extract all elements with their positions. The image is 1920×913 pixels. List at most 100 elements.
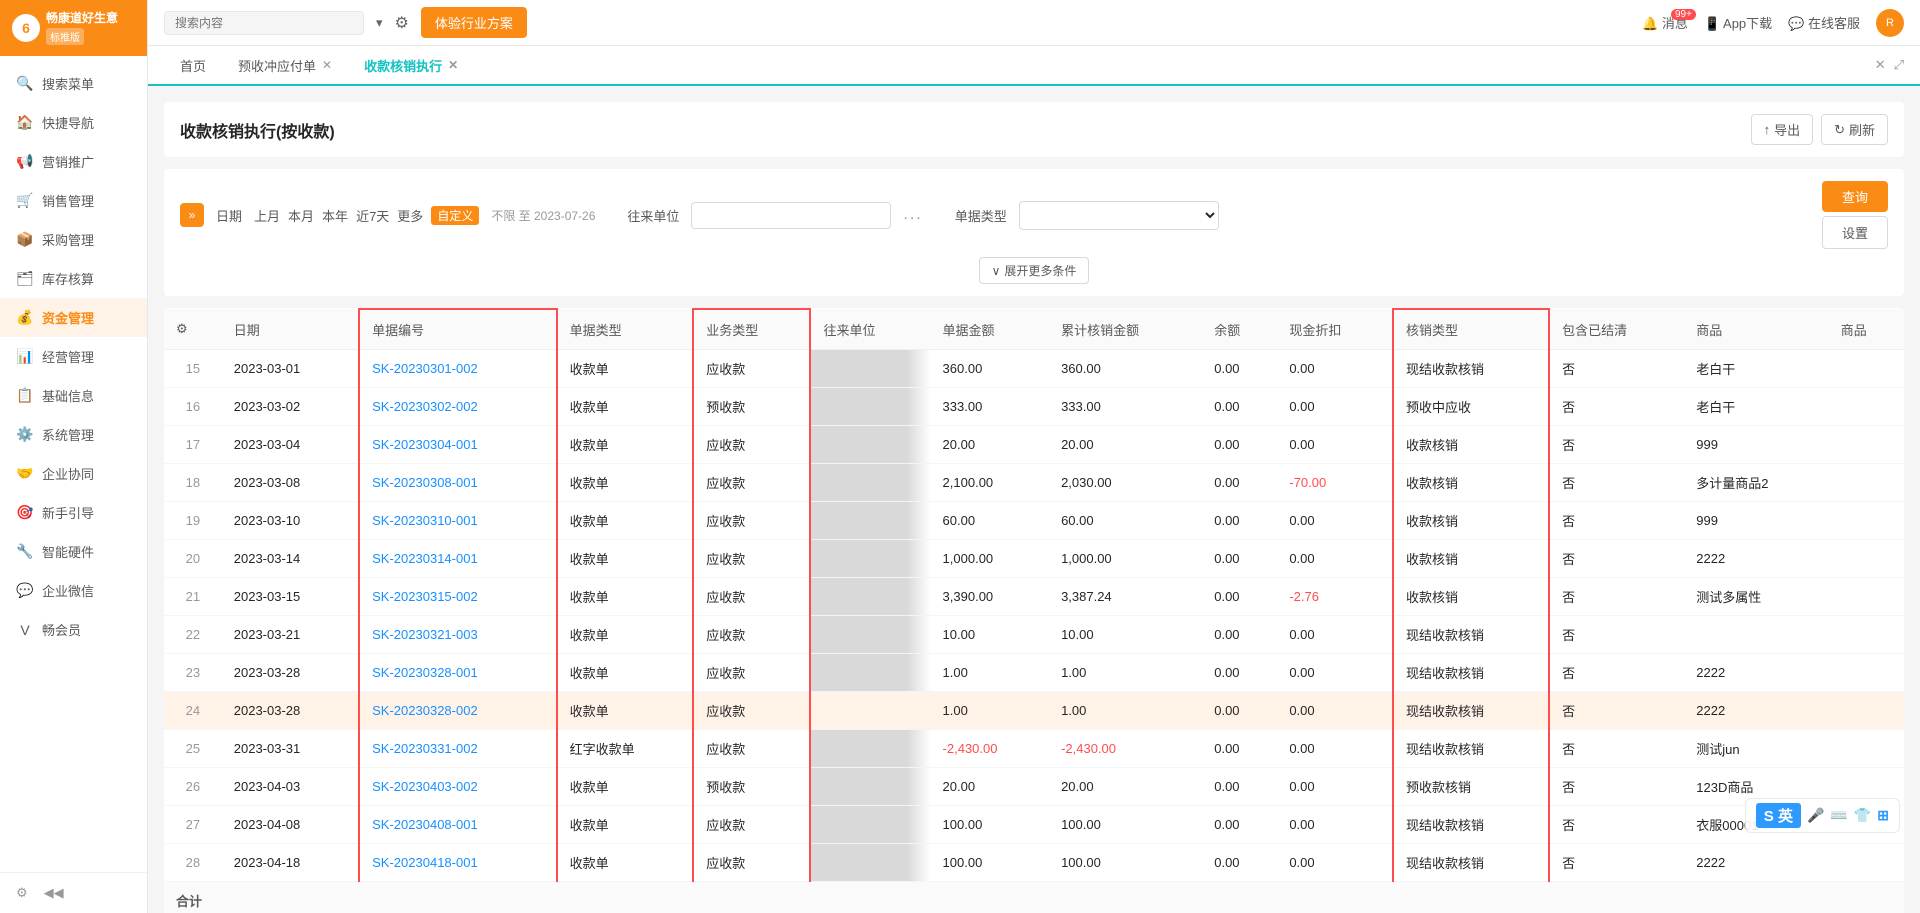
col-header-cancel-type[interactable]: 核销类型 (1393, 309, 1549, 350)
sidebar-item-sales[interactable]: 🛒销售管理 (0, 181, 147, 220)
industry-solution-button[interactable]: 体验行业方案 (421, 7, 527, 38)
bill-no-link[interactable]: SK-20230302-002 (372, 399, 478, 414)
collapse-icon[interactable]: ◀◀ (44, 885, 64, 901)
sidebar-item-wechat[interactable]: 💬企业微信 (0, 571, 147, 610)
bill-no-link[interactable]: SK-20230403-002 (372, 779, 478, 794)
sidebar-item-system[interactable]: ⚙️系统管理 (0, 415, 147, 454)
bill-type-filter-select[interactable] (1019, 201, 1219, 230)
partner-filter-input[interactable] (691, 202, 891, 229)
sidebar-item-marketing[interactable]: 📢营销推广 (0, 142, 147, 181)
tab-home[interactable]: 首页 (164, 46, 222, 86)
date-this-month[interactable]: 本月 (288, 206, 314, 225)
sidebar-item-label-hardware: 智能硬件 (42, 542, 94, 561)
online-service-link[interactable]: 💬 在线客服 (1788, 13, 1860, 32)
sidebar-item-basic[interactable]: 📋基础信息 (0, 376, 147, 415)
total-goods (1684, 882, 1829, 913)
cell-biz-type: 应收款 (693, 806, 810, 844)
tab-prepay[interactable]: 预收冲应付单 ✕ (222, 46, 348, 86)
bill-no-link[interactable]: SK-20230314-001 (372, 551, 478, 566)
date-last-month[interactable]: 上月 (254, 206, 280, 225)
sidebar-item-purchase[interactable]: 📦采购管理 (0, 220, 147, 259)
sidebar-item-inventory[interactable]: 🗂库存核算 (0, 259, 147, 298)
bill-no-link[interactable]: SK-20230315-002 (372, 589, 478, 604)
bill-no-link[interactable]: SK-20230321-003 (372, 627, 478, 642)
col-header-acc-amount[interactable]: 累计核销金额 (1049, 309, 1202, 350)
settings-icon[interactable]: ⚙ (16, 885, 28, 901)
cell-partner (810, 502, 930, 540)
export-button[interactable]: ↑ 导出 (1751, 114, 1814, 145)
date-this-year[interactable]: 本年 (322, 206, 348, 225)
bill-no-link[interactable]: SK-20230308-001 (372, 475, 478, 490)
tab-fullscreen-icon[interactable]: ⤢ (1894, 57, 1904, 73)
col-header-bill-no[interactable]: 单据编号 (359, 309, 557, 350)
bill-no-link[interactable]: SK-20230304-001 (372, 437, 478, 452)
col-header-bill-type[interactable]: 单据类型 (557, 309, 694, 350)
date-more[interactable]: 更多 (397, 206, 423, 225)
cell-acc-amount: 1.00 (1049, 692, 1202, 730)
tabbar-actions: ✕ ⤢ (1875, 57, 1904, 73)
col-header-date[interactable]: 日期 (222, 309, 359, 350)
tab-cancel-close[interactable]: ✕ (448, 58, 458, 72)
date-custom-btn[interactable]: 自定义 (431, 206, 479, 225)
bill-type-filter-label: 单据类型 (955, 206, 1007, 225)
sidebar-item-search[interactable]: 🔍搜索菜单 (0, 64, 147, 103)
cell-partner (810, 540, 930, 578)
tab-close-all-icon[interactable]: ✕ (1875, 57, 1886, 73)
sidebar-item-quicknav[interactable]: 🏠快捷导航 (0, 103, 147, 142)
sidebar-item-member[interactable]: V畅会员 (0, 610, 147, 649)
cell-goods: 老白干 (1684, 350, 1829, 388)
bill-no-link[interactable]: SK-20230310-001 (372, 513, 478, 528)
total-partner (810, 882, 930, 913)
search-input[interactable] (164, 11, 364, 35)
expand-more-btn[interactable]: ∨ 展开更多条件 (979, 257, 1090, 284)
bill-no-link[interactable]: SK-20230328-001 (372, 665, 478, 680)
cell-bill-no: SK-20230408-001 (359, 806, 557, 844)
app-download-link[interactable]: 📱 App下载 (1704, 13, 1772, 32)
refresh-button[interactable]: ↻ 刷新 (1821, 114, 1888, 145)
cell-goods2 (1829, 578, 1904, 616)
cell-goods2 (1829, 388, 1904, 426)
cell-goods: 2222 (1684, 692, 1829, 730)
sidebar-item-finance[interactable]: 💰资金管理 (0, 298, 147, 337)
table-scroll-area[interactable]: ⚙ 日期 单据编号 单据类型 业务类型 往来单位 单据金额 累计核销金额 余额 … (164, 308, 1904, 913)
col-header-balance[interactable]: 余额 (1202, 309, 1277, 350)
sidebar-item-label-operation: 经营管理 (42, 347, 94, 366)
tab-cancel[interactable]: 收款核销执行 ✕ (348, 46, 474, 86)
col-header-discount[interactable]: 现金折扣 (1277, 309, 1393, 350)
col-header-include-settled[interactable]: 包含已结清 (1549, 309, 1684, 350)
sidebar-item-operation[interactable]: 📊经营管理 (0, 337, 147, 376)
col-header-partner[interactable]: 往来单位 (810, 309, 930, 350)
col-header-settings[interactable]: ⚙ (164, 309, 222, 350)
col-header-amount[interactable]: 单据金额 (931, 309, 1050, 350)
date-7days[interactable]: 近7天 (356, 206, 389, 225)
dropdown-arrow[interactable]: ▾ (376, 15, 383, 31)
cell-cancel-type: 现结收款核销 (1393, 350, 1549, 388)
cell-biz-type: 预收款 (693, 768, 810, 806)
col-header-biz-type[interactable]: 业务类型 (693, 309, 810, 350)
cell-bill-type: 收款单 (557, 578, 694, 616)
cell-acc-amount: -2,430.00 (1049, 730, 1202, 768)
partner-filter-dots[interactable]: ... (903, 206, 922, 224)
cell-goods: 测试多属性 (1684, 578, 1829, 616)
sidebar-item-label-basic: 基础信息 (42, 386, 94, 405)
cell-biz-type: 应收款 (693, 540, 810, 578)
user-avatar[interactable]: R (1876, 9, 1904, 37)
quicknav-icon: 🏠 (16, 114, 34, 131)
messages-icon[interactable]: 🔔 消息 99+ (1642, 13, 1688, 32)
col-header-goods2[interactable]: 商品 (1829, 309, 1904, 350)
sidebar-item-corp[interactable]: 🤝企业协同 (0, 454, 147, 493)
bill-no-link[interactable]: SK-20230408-001 (372, 817, 478, 832)
sidebar-item-newbie[interactable]: 🎯新手引导 (0, 493, 147, 532)
tab-prepay-close[interactable]: ✕ (322, 58, 332, 72)
filter-toggle-btn[interactable]: » (180, 203, 204, 227)
setting-button[interactable]: 设置 (1822, 216, 1888, 249)
gear-icon[interactable]: ⚙ (395, 13, 409, 33)
cell-bill-no: SK-20230321-003 (359, 616, 557, 654)
bill-no-link[interactable]: SK-20230328-002 (372, 703, 478, 718)
sidebar-item-hardware[interactable]: 🔧智能硬件 (0, 532, 147, 571)
bill-no-link[interactable]: SK-20230331-002 (372, 741, 478, 756)
bill-no-link[interactable]: SK-20230301-002 (372, 361, 478, 376)
query-button[interactable]: 查询 (1822, 181, 1888, 212)
bill-no-link[interactable]: SK-20230418-001 (372, 855, 478, 870)
col-header-goods[interactable]: 商品 (1684, 309, 1829, 350)
